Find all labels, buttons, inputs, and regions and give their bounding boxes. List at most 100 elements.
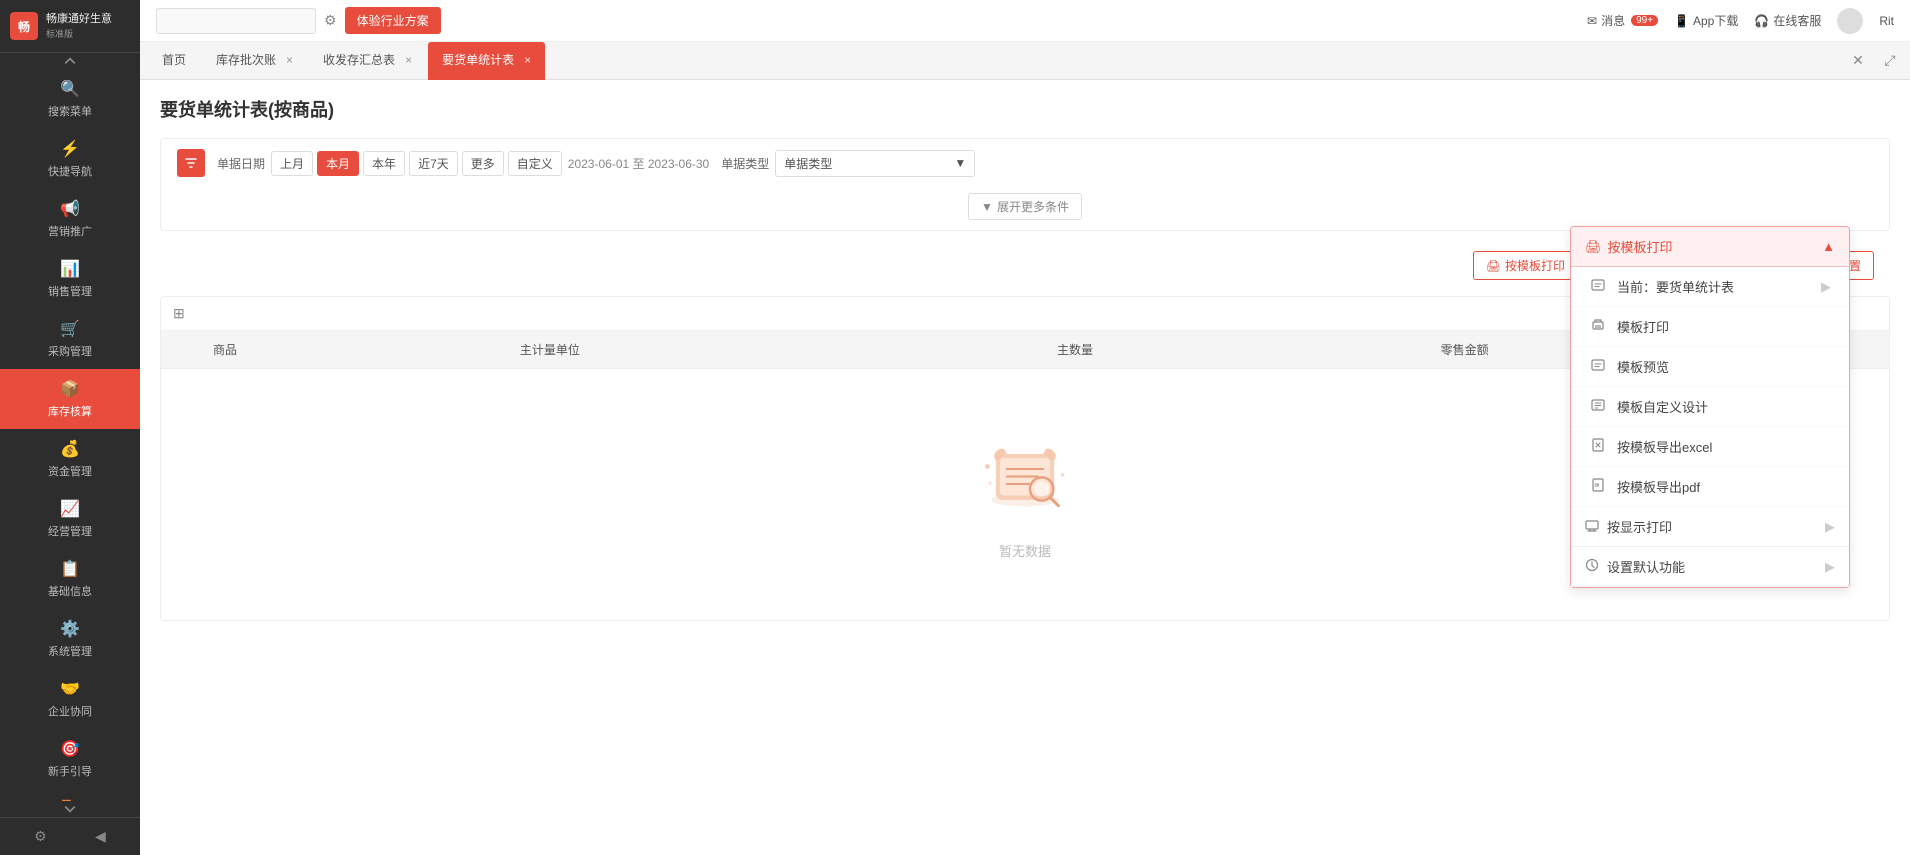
sidebar-scroll-up[interactable] [0, 53, 140, 69]
maximize-tab-btn[interactable]: ⤢ [1878, 49, 1902, 73]
template-custom-icon [1589, 398, 1607, 415]
dropdown-header[interactable]: 🖨 按模板打印 ▲ [1571, 227, 1849, 267]
order-type-label: 单据类型 [721, 155, 769, 172]
order-type-select[interactable]: 单据类型 ▼ [775, 150, 975, 177]
sidebar-scroll-down[interactable] [0, 801, 140, 817]
sidebar-item-sales[interactable]: 📊 销售管理 [0, 249, 140, 309]
sidebar-item-inventory[interactable]: 📦 库存核算 [0, 369, 140, 429]
template-print-item[interactable]: 模板打印 [1571, 307, 1849, 347]
tab-order-stats[interactable]: 要货单统计表 × [428, 42, 545, 80]
default-function-label: 设置默认功能 [1607, 557, 1685, 576]
service-icon: 🎧 [1754, 14, 1769, 28]
filter-toggle-icon [184, 156, 198, 170]
date-buttons: 上月 本月 本年 近7天 更多 自定义 [271, 151, 562, 176]
tab-inventory-batch-label: 库存批次账 [216, 51, 276, 68]
messages-button[interactable]: ✉ 消息 99+ [1587, 12, 1658, 29]
trial-button[interactable]: 体验行业方案 [345, 7, 441, 34]
sidebar-item-purchase[interactable]: 🛒 采购管理 [0, 309, 140, 369]
app-download-button[interactable]: 📱 App下载 [1674, 12, 1738, 29]
sidebar-item-operation[interactable]: 📈 经营管理 [0, 489, 140, 549]
lightning-icon: ⚡ [60, 139, 80, 159]
sidebar-item-basic[interactable]: 📋 基础信息 [0, 549, 140, 609]
online-service-button[interactable]: 🎧 在线客服 [1754, 12, 1821, 29]
sidebar-item-marketing[interactable]: 📢 营销推广 [0, 189, 140, 249]
sidebar-item-label: 销售管理 [48, 283, 92, 299]
tab-order-stats-close[interactable]: × [524, 53, 531, 67]
print-template-label: 按模板打印 [1505, 257, 1565, 274]
sidebar-item-finance[interactable]: 💰 资金管理 [0, 429, 140, 489]
box-icon: 📦 [60, 379, 80, 399]
col-quantity: 主数量 [1045, 331, 1429, 369]
sidebar-nav: 🔍 搜索菜单 ⚡ 快捷导航 📢 营销推广 📊 销售管理 🛒 采购管理 📦 库存核… [0, 69, 140, 801]
date-btn-more[interactable]: 更多 [462, 151, 504, 176]
page-content: 要货单统计表(按商品) 单据日期 上月 本月 本年 近7天 更多 [140, 80, 1910, 855]
messages-badge: 99+ [1631, 15, 1658, 26]
settings-btn[interactable]: ⚙ [34, 828, 47, 845]
template-pdf-item[interactable]: 按模板导出pdf [1571, 467, 1849, 507]
sidebar-item-guide[interactable]: 🎯 新手引导 [0, 729, 140, 789]
tab-receipt-summary-close[interactable]: × [405, 53, 412, 67]
default-function-arrow: ▶ [1825, 559, 1835, 575]
sidebar-item-search[interactable]: 🔍 搜索菜单 [0, 69, 140, 129]
store-icon: 🏪 [60, 799, 80, 801]
date-btn-custom[interactable]: 自定义 [508, 151, 562, 176]
current-template-item[interactable]: 当前：要货单统计表 ▶ [1571, 267, 1849, 307]
template-preview-icon [1589, 358, 1607, 375]
filter-toggle-button[interactable] [177, 149, 205, 177]
chart-icon: 📊 [60, 259, 80, 279]
sidebar-item-quick[interactable]: ⚡ 快捷导航 [0, 129, 140, 189]
close-tab-btn[interactable]: ✕ [1846, 49, 1870, 73]
username: Rit [1879, 14, 1894, 28]
sidebar-item-system[interactable]: ⚙️ 系统管理 [0, 609, 140, 669]
messages-label: 消息 [1601, 12, 1625, 29]
page-title: 要货单统计表(按商品) [160, 96, 1890, 122]
default-function-icon [1585, 558, 1599, 575]
template-excel-item[interactable]: 按模板导出excel [1571, 427, 1849, 467]
search-input[interactable] [156, 8, 316, 34]
header-right: ✉ 消息 99+ 📱 App下载 🎧 在线客服 Rit [1587, 8, 1894, 34]
display-print-label: 按显示打印 [1607, 517, 1672, 536]
template-custom-label: 模板自定义设计 [1617, 397, 1708, 416]
expand-btn-label: 展开更多条件 [997, 198, 1069, 215]
avatar[interactable] [1837, 8, 1863, 34]
template-print-label: 模板打印 [1617, 317, 1669, 336]
tab-inventory-batch-close[interactable]: × [286, 53, 293, 67]
default-function-left: 设置默认功能 [1585, 557, 1685, 576]
printer-icon: 🖨 [1486, 259, 1501, 273]
print-template-dropdown: 🖨 按模板打印 ▲ 当前：要货单统计表 ▶ 模板打印 [1570, 226, 1850, 588]
order-type-value: 单据类型 [784, 155, 832, 172]
sidebar-item-label: 采购管理 [48, 343, 92, 359]
template-preview-item[interactable]: 模板预览 [1571, 347, 1849, 387]
target-icon: 🎯 [60, 739, 80, 759]
empty-illustration [975, 429, 1075, 529]
column-settings-icon[interactable]: ⊞ [173, 305, 185, 322]
collapse-btn[interactable]: ◀ [95, 828, 106, 845]
tab-inventory-batch[interactable]: 库存批次账 × [202, 42, 307, 80]
megaphone-icon: 📢 [60, 199, 80, 219]
sidebar-item-appcenter[interactable]: 🏪 应用中心 [0, 789, 140, 801]
cart-icon: 🛒 [60, 319, 80, 339]
gear-icon: ⚙️ [60, 619, 80, 639]
sidebar-item-label: 经营管理 [48, 523, 92, 539]
dropdown-collapse-icon[interactable]: ▲ [1822, 239, 1835, 254]
default-function-section[interactable]: 设置默认功能 ▶ [1571, 547, 1849, 587]
expand-filter-button[interactable]: ▼ 展开更多条件 [968, 193, 1082, 220]
header-left: ⚙ 体验行业方案 [156, 7, 441, 34]
logo-text: 畅康通好生意 标准版 [46, 12, 112, 39]
date-btn-last-month[interactable]: 上月 [271, 151, 313, 176]
sidebar-item-collab[interactable]: 🤝 企业协同 [0, 669, 140, 729]
tab-receipt-summary[interactable]: 收发存汇总表 × [309, 42, 426, 80]
tab-home[interactable]: 首页 [148, 42, 200, 80]
date-btn-this-year[interactable]: 本年 [363, 151, 405, 176]
template-custom-item[interactable]: 模板自定义设计 [1571, 387, 1849, 427]
display-print-section[interactable]: 按显示打印 ▶ [1571, 507, 1849, 547]
money-icon: 💰 [60, 439, 80, 459]
sidebar-item-label: 企业协同 [48, 703, 92, 719]
date-btn-this-month[interactable]: 本月 [317, 151, 359, 176]
date-btn-7days[interactable]: 近7天 [409, 151, 458, 176]
tabs-actions: ✕ ⤢ [1846, 49, 1902, 73]
col-product: 商品 [201, 331, 508, 369]
app-download-label: App下载 [1693, 12, 1738, 29]
template-print-icon [1589, 318, 1607, 335]
gear-settings-icon[interactable]: ⚙ [324, 12, 337, 29]
